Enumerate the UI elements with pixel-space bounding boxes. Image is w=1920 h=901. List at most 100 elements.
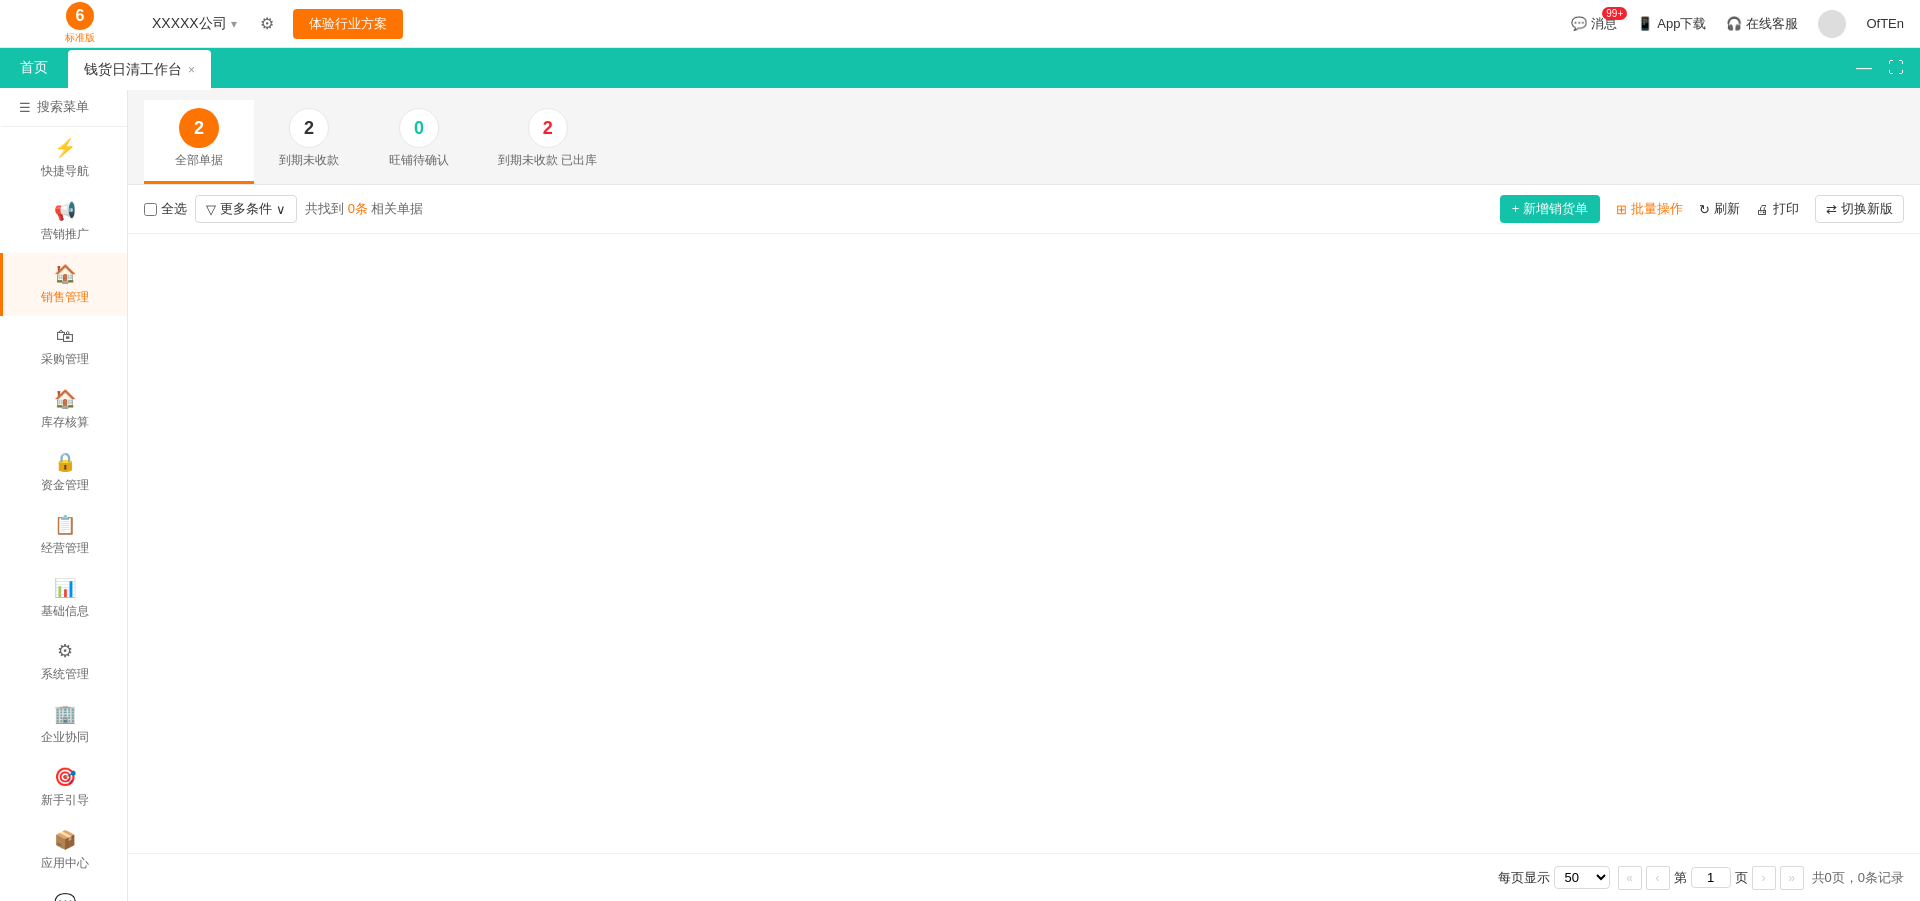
sidebar-item-purchase[interactable]: 🛍 采购管理 <box>0 316 127 378</box>
add-order-button[interactable]: + 新增销货单 <box>1500 195 1600 223</box>
active-tab-label: 钱货日清工作台 <box>84 61 182 79</box>
filter-icon: ▽ <box>206 202 216 217</box>
sidebar-item-marketing[interactable]: 📢 营销推广 <box>0 190 127 253</box>
prev-page-button[interactable]: ‹ <box>1646 866 1670 890</box>
stat-tab-wangpu[interactable]: 0 旺铺待确认 <box>364 100 474 184</box>
found-prefix: 共找到 <box>305 201 344 216</box>
filter-button[interactable]: ▽ 更多条件 ∨ <box>195 195 297 223</box>
company-name: XXXXX公司 <box>152 15 227 33</box>
wechat-icon: 💬 <box>54 892 76 901</box>
stat-tab-overdue-out[interactable]: 2 到期未收款 已出库 <box>474 100 621 184</box>
sidebar-label-app-center: 应用中心 <box>41 855 89 872</box>
sidebar-item-quick-nav[interactable]: ⚡ 快捷导航 <box>0 127 127 190</box>
chevron-down-icon: ▾ <box>231 17 237 31</box>
select-all-checkbox[interactable]: 全选 <box>144 200 187 218</box>
company-selector[interactable]: XXXXX公司 ▾ <box>144 11 245 37</box>
app-center-icon: 📦 <box>54 829 76 851</box>
stat-tab-all[interactable]: 2 全部单据 <box>144 100 254 184</box>
page-label: 第 <box>1674 869 1687 887</box>
sidebar-label-marketing: 营销推广 <box>41 226 89 243</box>
sidebar-label-basic-info: 基础信息 <box>41 603 89 620</box>
page-size-select[interactable]: 50 100 200 <box>1554 866 1610 889</box>
checkbox-input[interactable] <box>144 203 157 216</box>
online-service-button[interactable]: 🎧 在线客服 <box>1726 15 1798 33</box>
sidebar-label-finance: 资金管理 <box>41 477 89 494</box>
avatar[interactable] <box>1818 10 1846 38</box>
content-area: 2 全部单据 2 到期未收款 0 旺铺待确认 2 到期未收款 已出库 <box>128 88 1920 901</box>
app-download-icon: 📱 <box>1637 16 1653 31</box>
active-tab[interactable]: 钱货日清工作台 × <box>68 50 211 90</box>
purchase-icon: 🛍 <box>56 326 74 347</box>
app-download-button[interactable]: 📱 App下载 <box>1637 15 1706 33</box>
enterprise-icon: 🏢 <box>54 703 76 725</box>
sidebar-item-operations[interactable]: 📋 经营管理 <box>0 504 127 567</box>
print-button[interactable]: 🖨 打印 <box>1756 200 1799 218</box>
marketing-icon: 📢 <box>54 200 76 222</box>
sidebar-item-sales[interactable]: 🏠 销售管理 <box>0 253 127 316</box>
trial-button[interactable]: 体验行业方案 <box>293 9 403 39</box>
stat-tab-overdue[interactable]: 2 到期未收款 <box>254 100 364 184</box>
toolbar-right: + 新增销货单 ⊞ 批量操作 ↻ 刷新 🖨 打印 ⇄ <box>1500 195 1904 223</box>
sidebar-item-guide[interactable]: 🎯 新手引导 <box>0 756 127 819</box>
operations-icon: 📋 <box>54 514 76 536</box>
found-text: 共找到 0条 相关单据 <box>305 200 423 218</box>
sidebar-label-inventory: 库存核算 <box>41 414 89 431</box>
app-logo: 6 <box>66 2 94 30</box>
tab-close-icon[interactable]: × <box>188 63 195 77</box>
stat-number-overdue-out: 2 <box>528 108 568 148</box>
sidebar-label-search-menu: 搜索菜单 <box>37 98 89 116</box>
headset-icon: 🎧 <box>1726 16 1742 31</box>
sidebar-label-guide: 新手引导 <box>41 792 89 809</box>
stat-number-all: 2 <box>179 108 219 148</box>
batch-icon: ⊞ <box>1616 202 1627 217</box>
refresh-button[interactable]: ↻ 刷新 <box>1699 200 1740 218</box>
stat-label-wangpu: 旺铺待确认 <box>389 152 449 169</box>
sidebar-item-system[interactable]: ⚙ 系统管理 <box>0 630 127 693</box>
refresh-label: 刷新 <box>1714 200 1740 218</box>
maximize-icon[interactable]: ⛶ <box>1884 56 1908 80</box>
sidebar-item-basic-info[interactable]: 📊 基础信息 <box>0 567 127 630</box>
home-tab[interactable]: 首页 <box>0 48 68 88</box>
minimize-icon[interactable]: — <box>1852 56 1876 80</box>
sales-icon: 🏠 <box>54 263 76 285</box>
finance-icon: 🔒 <box>54 451 76 473</box>
message-button[interactable]: 💬 消息 99+ <box>1571 15 1617 33</box>
sidebar-item-finance[interactable]: 🔒 资金管理 <box>0 441 127 504</box>
sidebar-item-enterprise[interactable]: 🏢 企业协同 <box>0 693 127 756</box>
header-right: 💬 消息 99+ 📱 App下载 🎧 在线客服 OfTEn <box>1571 10 1904 38</box>
message-icon: 💬 <box>1571 16 1587 31</box>
switch-version-button[interactable]: ⇄ 切换新版 <box>1815 195 1904 223</box>
online-service-label: 在线客服 <box>1746 15 1798 33</box>
last-page-button[interactable]: » <box>1780 866 1804 890</box>
switch-label: 切换新版 <box>1841 200 1893 218</box>
sidebar-label-purchase: 采购管理 <box>41 351 89 368</box>
first-page-button[interactable]: « <box>1618 866 1642 890</box>
filter-label: 更多条件 <box>220 200 272 218</box>
pagination: 每页显示 50 100 200 « ‹ 第 页 › » 共0页，0条记录 <box>128 853 1920 901</box>
tab-bar: 首页 钱货日清工作台 × — ⛶ <box>0 48 1920 88</box>
next-page-button[interactable]: › <box>1752 866 1776 890</box>
sidebar-label-enterprise: 企业协同 <box>41 729 89 746</box>
page-size-selector: 每页显示 50 100 200 <box>1498 866 1610 889</box>
sidebar-label-system: 系统管理 <box>41 666 89 683</box>
settings-button[interactable]: ⚙ <box>253 10 281 38</box>
batch-operation-button[interactable]: ⊞ 批量操作 <box>1616 200 1683 218</box>
top-header: 6 标准版 XXXXX公司 ▾ ⚙ 体验行业方案 💬 消息 99+ 📱 App下… <box>0 0 1920 48</box>
filter-arrow-icon: ∨ <box>276 202 286 217</box>
stats-tabs: 2 全部单据 2 到期未收款 0 旺铺待确认 2 到期未收款 已出库 <box>128 88 1920 185</box>
main-layout: ☰ 搜索菜单 ⚡ 快捷导航 📢 营销推广 🏠 销售管理 🛍 采购管理 🏠 库存核… <box>0 88 1920 901</box>
print-icon: 🖨 <box>1756 202 1769 217</box>
total-text: 共0页，0条记录 <box>1812 869 1904 887</box>
sidebar-item-wechat[interactable]: 💬 企业微信 <box>0 882 127 901</box>
stat-label-overdue-out: 到期未收款 已出库 <box>498 152 597 169</box>
stat-number-wangpu: 0 <box>399 108 439 148</box>
found-count: 0条 <box>348 201 368 216</box>
sidebar-item-app-center[interactable]: 📦 应用中心 <box>0 819 127 882</box>
sidebar-label-operations: 经营管理 <box>41 540 89 557</box>
logo-area: 6 标准版 <box>16 2 144 45</box>
app-subtitle: 标准版 <box>65 31 95 45</box>
page-number-input[interactable] <box>1691 867 1731 888</box>
sidebar-item-search-menu[interactable]: ☰ 搜索菜单 <box>0 88 127 127</box>
sidebar-item-inventory[interactable]: 🏠 库存核算 <box>0 378 127 441</box>
message-badge: 99+ <box>1602 7 1627 20</box>
